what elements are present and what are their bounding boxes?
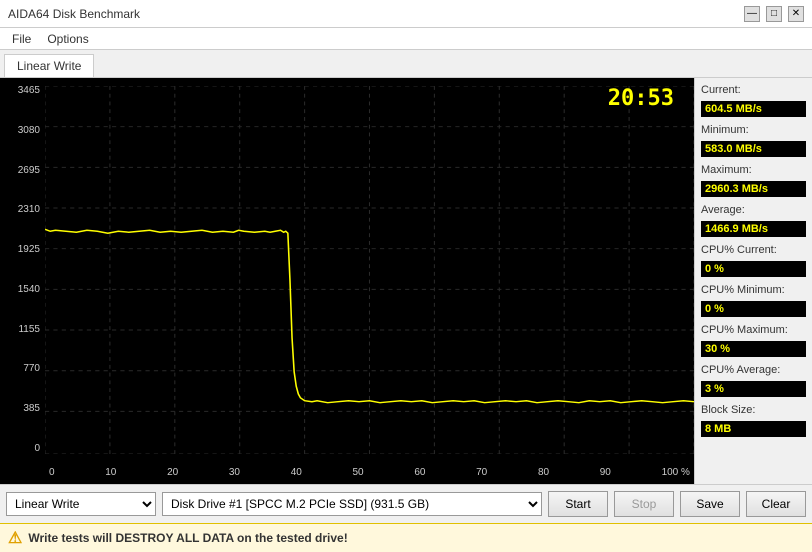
y-label-1925: 1925 xyxy=(18,245,40,255)
block-size-label: Block Size: xyxy=(701,404,806,416)
x-label-30: 30 xyxy=(229,467,240,478)
save-button[interactable]: Save xyxy=(680,491,740,517)
y-label-2695: 2695 xyxy=(18,166,40,176)
current-value: 604.5 MB/s xyxy=(701,101,806,117)
warning-bar: ⚠ Write tests will DESTROY ALL DATA on t… xyxy=(0,523,812,552)
chart-area: 20:53 3465 3080 2695 2310 1925 1540 1155… xyxy=(0,78,694,484)
y-label-3080: 3080 xyxy=(18,126,40,136)
clear-button[interactable]: Clear xyxy=(746,491,806,517)
average-value: 1466.9 MB/s xyxy=(701,221,806,237)
cpu-maximum-value: 30 % xyxy=(701,341,806,357)
close-button[interactable]: ✕ xyxy=(788,6,804,22)
x-label-60: 60 xyxy=(414,467,425,478)
bottom-bar: Linear Write Linear Read Random Write Ra… xyxy=(0,484,812,523)
test-select[interactable]: Linear Write Linear Read Random Write Ra… xyxy=(6,492,156,516)
x-label-10: 10 xyxy=(105,467,116,478)
cpu-average-value: 3 % xyxy=(701,381,806,397)
x-label-90: 90 xyxy=(600,467,611,478)
x-axis: 0 10 20 30 40 50 60 70 80 90 100 % xyxy=(45,467,694,478)
menu-options[interactable]: Options xyxy=(39,30,96,48)
y-label-0: 0 xyxy=(34,444,40,454)
cpu-average-label: CPU% Average: xyxy=(701,364,806,376)
y-axis: 3465 3080 2695 2310 1925 1540 1155 770 3… xyxy=(0,86,44,454)
title-bar: AIDA64 Disk Benchmark — □ ✕ xyxy=(0,0,812,28)
content-area: 20:53 3465 3080 2695 2310 1925 1540 1155… xyxy=(0,78,812,484)
menu-file[interactable]: File xyxy=(4,30,39,48)
current-label: Current: xyxy=(701,84,806,96)
x-label-100: 100 % xyxy=(662,467,690,478)
cpu-current-value: 0 % xyxy=(701,261,806,277)
stop-button[interactable]: Stop xyxy=(614,491,674,517)
y-label-2310: 2310 xyxy=(18,205,40,215)
x-label-50: 50 xyxy=(353,467,364,478)
chart-time: 20:53 xyxy=(608,86,674,111)
warning-text: Write tests will DESTROY ALL DATA on the… xyxy=(28,531,347,545)
minimum-value: 583.0 MB/s xyxy=(701,141,806,157)
cpu-maximum-label: CPU% Maximum: xyxy=(701,324,806,336)
maximum-value: 2960.3 MB/s xyxy=(701,181,806,197)
y-label-1155: 1155 xyxy=(18,325,40,335)
y-label-3465: 3465 xyxy=(18,86,40,96)
y-label-770: 770 xyxy=(23,364,40,374)
start-button[interactable]: Start xyxy=(548,491,608,517)
x-label-40: 40 xyxy=(291,467,302,478)
x-label-70: 70 xyxy=(476,467,487,478)
block-size-value: 8 MB xyxy=(701,421,806,437)
drive-select[interactable]: Disk Drive #1 [SPCC M.2 PCIe SSD] (931.5… xyxy=(162,492,542,516)
menu-bar: File Options xyxy=(0,28,812,50)
right-panel: Current: 604.5 MB/s Minimum: 583.0 MB/s … xyxy=(694,78,812,484)
chart-svg xyxy=(45,86,694,454)
x-label-80: 80 xyxy=(538,467,549,478)
y-label-1540: 1540 xyxy=(18,285,40,295)
minimize-button[interactable]: — xyxy=(744,6,760,22)
cpu-minimum-label: CPU% Minimum: xyxy=(701,284,806,296)
average-label: Average: xyxy=(701,204,806,216)
cpu-current-label: CPU% Current: xyxy=(701,244,806,256)
tab-linear-write[interactable]: Linear Write xyxy=(4,54,94,77)
maximum-label: Maximum: xyxy=(701,164,806,176)
tab-strip: Linear Write xyxy=(0,50,812,78)
cpu-minimum-value: 0 % xyxy=(701,301,806,317)
minimum-label: Minimum: xyxy=(701,124,806,136)
window-controls[interactable]: — □ ✕ xyxy=(744,6,804,22)
maximize-button[interactable]: □ xyxy=(766,6,782,22)
x-label-20: 20 xyxy=(167,467,178,478)
main-content: Linear Write 20:53 3465 3080 2695 2310 1… xyxy=(0,50,812,552)
window-title: AIDA64 Disk Benchmark xyxy=(8,7,140,21)
warning-icon: ⚠ xyxy=(8,528,22,548)
x-label-0: 0 xyxy=(49,467,55,478)
y-label-385: 385 xyxy=(23,404,40,414)
